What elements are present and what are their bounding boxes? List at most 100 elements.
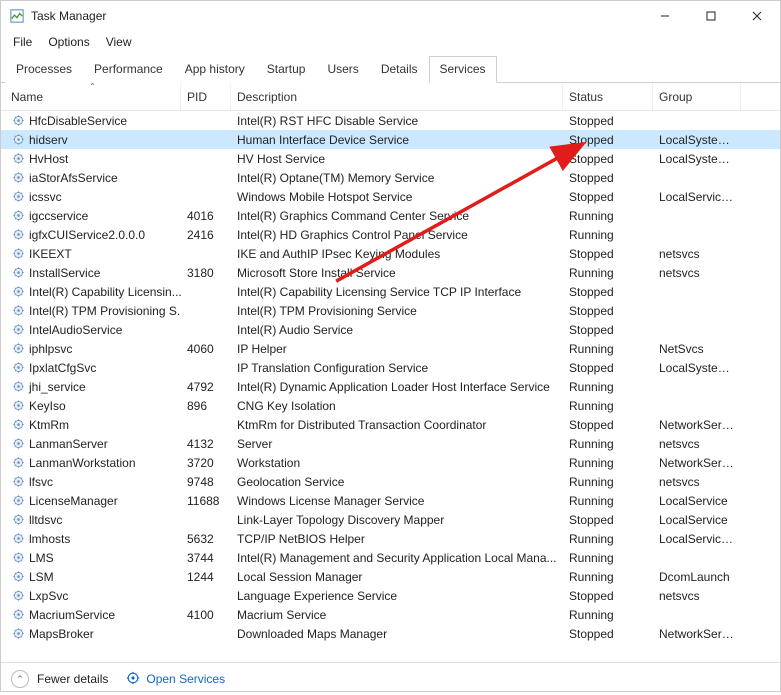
table-row[interactable]: LanmanWorkstation3720WorkstationRunningN… — [1, 453, 780, 472]
service-pid: 9748 — [181, 475, 231, 489]
table-row[interactable]: Intel(R) Capability Licensin... Intel(R) … — [1, 282, 780, 301]
table-row[interactable]: InstallService 3180Microsoft Store Instal… — [1, 263, 780, 282]
table-row[interactable]: KeyIso896CNG Key IsolationRunning — [1, 396, 780, 415]
service-status: Stopped — [563, 171, 653, 185]
menu-file[interactable]: File — [7, 33, 38, 51]
maximize-button[interactable] — [688, 1, 734, 31]
menu-options[interactable]: Options — [42, 33, 95, 51]
table-row[interactable]: MacriumService4100Macrium ServiceRunning — [1, 605, 780, 624]
tab-services[interactable]: Services — [429, 56, 497, 83]
tab-startup[interactable]: Startup — [256, 56, 317, 83]
service-group: netsvcs — [653, 247, 741, 261]
table-row[interactable]: iaStorAfsServiceIntel(R) Optane(TM) Memo… — [1, 168, 780, 187]
tab-details[interactable]: Details — [370, 56, 429, 83]
table-row[interactable]: IKEEXT IKE and AuthIP IPsec Keying Module… — [1, 244, 780, 263]
service-description: Windows License Manager Service — [231, 494, 563, 508]
table-row[interactable]: igccservice4016Intel(R) Graphics Command… — [1, 206, 780, 225]
service-description: Intel(R) TPM Provisioning Service — [231, 304, 563, 318]
service-gear-icon — [11, 551, 25, 565]
table-row[interactable]: HvHostHV Host ServiceStoppedLocalSystemN… — [1, 149, 780, 168]
service-status: Running — [563, 532, 653, 546]
service-gear-icon — [11, 570, 25, 584]
table-row[interactable]: jhi_service4792Intel(R) Dynamic Applicat… — [1, 377, 780, 396]
service-pid: 3180 — [181, 266, 231, 280]
table-row[interactable]: lfsvc9748Geolocation ServiceRunningnetsv… — [1, 472, 780, 491]
open-services-link[interactable]: Open Services — [126, 671, 225, 688]
tab-performance[interactable]: Performance — [83, 56, 174, 83]
service-gear-icon — [11, 494, 25, 508]
service-pid: 11688 — [181, 494, 231, 508]
window-title: Task Manager — [31, 9, 106, 23]
service-description: Workstation — [231, 456, 563, 470]
minimize-button[interactable] — [642, 1, 688, 31]
service-name: LanmanWorkstation — [29, 456, 136, 470]
service-group: NetworkServic... — [653, 418, 741, 432]
col-header-description[interactable]: Description — [231, 83, 563, 110]
menu-view[interactable]: View — [100, 33, 138, 51]
table-row[interactable]: iphlpsvc4060IP HelperRunningNetSvcs — [1, 339, 780, 358]
fewer-details-button[interactable]: ⌃ Fewer details — [11, 670, 108, 688]
table-row[interactable]: LMS3744Intel(R) Management and Security … — [1, 548, 780, 567]
open-services-label: Open Services — [146, 672, 225, 686]
col-header-group[interactable]: Group — [653, 83, 741, 110]
service-name: HfcDisableService — [29, 114, 127, 128]
service-rows[interactable]: HfcDisableServiceIntel(R) RST HFC Disabl… — [1, 111, 780, 663]
table-row[interactable]: hidservHuman Interface Device ServiceSto… — [1, 130, 780, 149]
tab-users[interactable]: Users — [316, 56, 369, 83]
table-row[interactable]: LanmanServer4132ServerRunningnetsvcs — [1, 434, 780, 453]
service-gear-icon — [11, 228, 25, 242]
service-description: Windows Mobile Hotspot Service — [231, 190, 563, 204]
service-description: IP Helper — [231, 342, 563, 356]
service-gear-icon — [11, 532, 25, 546]
titlebar: Task Manager — [1, 1, 780, 31]
table-row[interactable]: LSM1244Local Session ManagerRunningDcomL… — [1, 567, 780, 586]
service-description: Downloaded Maps Manager — [231, 627, 563, 641]
table-row[interactable]: lmhosts5632TCP/IP NetBIOS HelperRunningL… — [1, 529, 780, 548]
service-description: Intel(R) Capability Licensing Service TC… — [231, 285, 563, 299]
table-row[interactable]: HfcDisableServiceIntel(R) RST HFC Disabl… — [1, 111, 780, 130]
service-description: Microsoft Store Install Service — [231, 266, 563, 280]
service-description: Intel(R) Management and Security Applica… — [231, 551, 563, 565]
table-row[interactable]: Intel(R) TPM Provisioning S...Intel(R) T… — [1, 301, 780, 320]
service-name: LSM — [29, 570, 54, 584]
service-status: Running — [563, 342, 653, 356]
close-button[interactable] — [734, 1, 780, 31]
table-row[interactable]: IntelAudioServiceIntel(R) Audio ServiceS… — [1, 320, 780, 339]
service-pid: 4100 — [181, 608, 231, 622]
service-name: igccservice — [29, 209, 88, 223]
service-name: Intel(R) Capability Licensin... — [29, 285, 181, 299]
service-group: netsvcs — [653, 266, 741, 280]
service-name: InstallService — [29, 266, 100, 280]
service-gear-icon — [11, 437, 25, 451]
sort-ascending-icon: ⌃ — [89, 83, 96, 91]
table-row[interactable]: igfxCUIService2.0.0.02416Intel(R) HD Gra… — [1, 225, 780, 244]
service-name: IKEEXT — [29, 247, 72, 261]
service-gear-icon — [11, 608, 25, 622]
col-header-status[interactable]: Status — [563, 83, 653, 110]
service-description: Server — [231, 437, 563, 451]
service-group: NetSvcs — [653, 342, 741, 356]
service-description: Geolocation Service — [231, 475, 563, 489]
col-header-name[interactable]: Name ⌃ — [5, 83, 181, 110]
service-name: lmhosts — [29, 532, 70, 546]
service-description: Intel(R) Audio Service — [231, 323, 563, 337]
table-row[interactable]: MapsBrokerDownloaded Maps ManagerStopped… — [1, 624, 780, 643]
table-row[interactable]: icssvcWindows Mobile Hotspot ServiceStop… — [1, 187, 780, 206]
tab-processes[interactable]: Processes — [5, 56, 83, 83]
tab-app-history[interactable]: App history — [174, 56, 256, 83]
service-description: IKE and AuthIP IPsec Keying Modules — [231, 247, 563, 261]
service-name: igfxCUIService2.0.0.0 — [29, 228, 145, 242]
table-row[interactable]: LxpSvcLanguage Experience ServiceStopped… — [1, 586, 780, 605]
service-description: Local Session Manager — [231, 570, 563, 584]
service-group: LocalServiceN... — [653, 532, 741, 546]
table-row[interactable]: KtmRmKtmRm for Distributed Transaction C… — [1, 415, 780, 434]
table-row[interactable]: lltdsvcLink-Layer Topology Discovery Map… — [1, 510, 780, 529]
service-description: Human Interface Device Service — [231, 133, 563, 147]
service-name: iphlpsvc — [29, 342, 72, 356]
service-status: Running — [563, 399, 653, 413]
service-pid: 5632 — [181, 532, 231, 546]
table-row[interactable]: LicenseManager11688Windows License Manag… — [1, 491, 780, 510]
col-header-pid[interactable]: PID — [181, 83, 231, 110]
service-description: HV Host Service — [231, 152, 563, 166]
table-row[interactable]: IpxlatCfgSvcIP Translation Configuration… — [1, 358, 780, 377]
